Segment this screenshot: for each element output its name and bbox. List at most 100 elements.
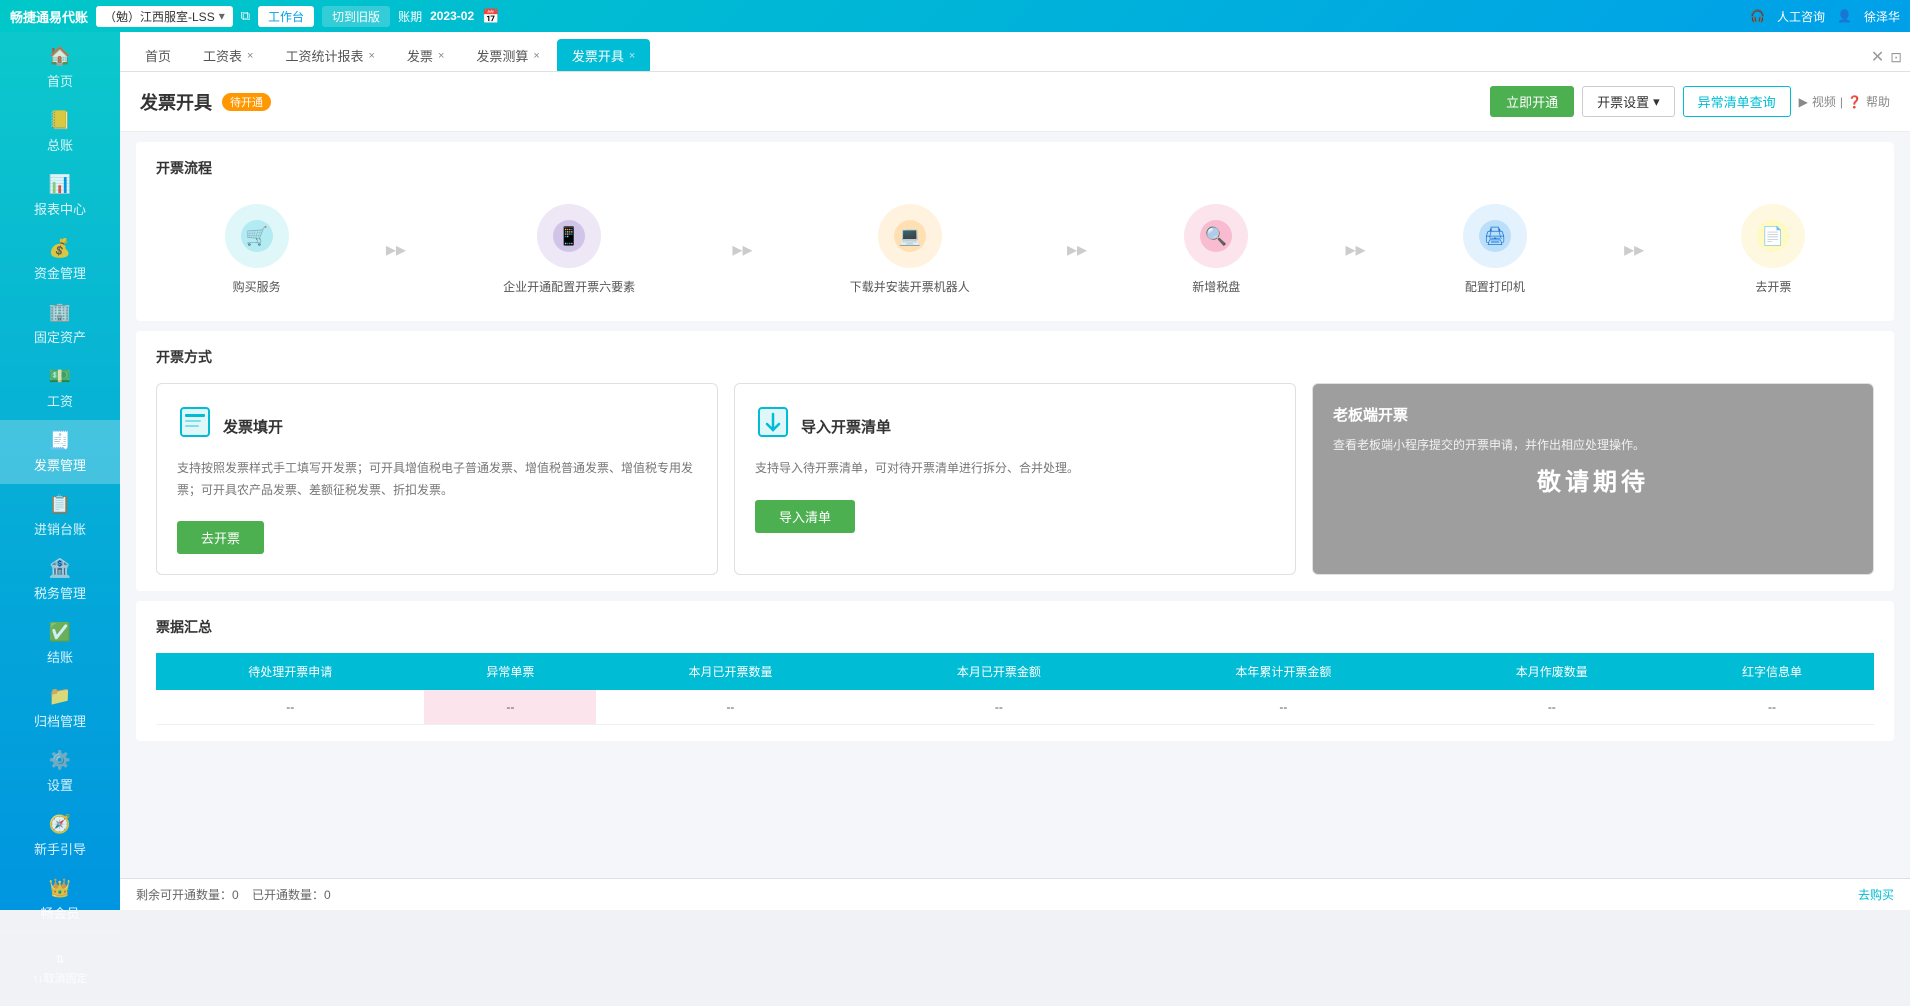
tab-invoice-mgmt-close[interactable]: × (438, 50, 444, 62)
sidebar-item-assets[interactable]: 🏢 固定资产 (0, 292, 120, 356)
svg-text:🔍: 🔍 (1205, 224, 1227, 246)
svg-text:🛒: 🛒 (245, 225, 267, 246)
step-add-taxbox[interactable]: 🔍 新增税盘 (1184, 204, 1248, 295)
tab-salary-stats-close[interactable]: × (368, 50, 374, 62)
page-title-row: 发票开具 待开通 (140, 89, 271, 115)
sidebar-item-settings[interactable]: ⚙️ 设置 (0, 740, 120, 804)
step-config-printer-label: 配置打印机 (1465, 278, 1525, 295)
tab-salary-stats[interactable]: 工资统计报表 × (270, 39, 389, 71)
step-config-printer[interactable]: 🖨 配置打印机 (1463, 204, 1527, 295)
old-version-button[interactable]: 切到旧版 (322, 6, 390, 27)
import-invoice-desc: 支持导入待开票清单，可对待开票清单进行拆分、合并处理。 (755, 458, 1275, 480)
col-pending: 待处理开票申请 (156, 653, 424, 690)
period-value: 2023-02 (430, 9, 474, 23)
help-area: ▶ 视频 | ❓ 帮助 (1799, 93, 1890, 110)
methods-title: 开票方式 (156, 347, 1874, 367)
ledger-icon: 📒 (49, 110, 71, 131)
tab-invoice-mgmt-label: 发票 (407, 46, 433, 65)
sidebar-item-member[interactable]: 👑 畅会员 (0, 868, 120, 932)
cell-void-count: -- (1434, 690, 1670, 725)
step-download-robot-icon: 💻 (878, 204, 942, 268)
config-printer-svg: 🖨 (1477, 218, 1513, 254)
step-buy-service-icon: 🛒 (225, 204, 289, 268)
step-download-robot[interactable]: 💻 下载并安装开票机器人 (850, 204, 970, 295)
sidebar-pin-toggle[interactable]: ⇅ ↑↓取消固定 (0, 943, 120, 996)
svg-text:💻: 💻 (899, 226, 921, 246)
workspace-button[interactable]: 工作台 (258, 6, 314, 27)
arrow-3: ▸▸ (1067, 237, 1087, 262)
step-buy-service[interactable]: 🛒 购买服务 (225, 204, 289, 295)
svg-text:📄: 📄 (1762, 225, 1784, 246)
sidebar-item-ledger[interactable]: 📒 总账 (0, 100, 120, 164)
customer-service-label[interactable]: 人工咨询 (1777, 8, 1825, 25)
sidebar-item-newbie[interactable]: 🧭 新手引导 (0, 804, 120, 868)
sidebar-item-reports[interactable]: 📊 报表中心 (0, 164, 120, 228)
home-icon: 🏠 (49, 46, 71, 67)
sidebar-item-salary[interactable]: 💵 工资 (0, 356, 120, 420)
abnormal-query-button[interactable]: 异常清单查询 (1683, 86, 1791, 117)
pin-label: ↑↓取消固定 (33, 970, 88, 986)
assets-icon: 🏢 (49, 302, 71, 323)
tab-invoice-calc-close[interactable]: × (533, 50, 539, 62)
view-count-label[interactable]: 视频 (1812, 93, 1836, 110)
view-icon: ▶ (1799, 95, 1808, 109)
process-section: 开票流程 🛒 购买服务 ▸▸ (136, 142, 1894, 321)
sidebar-item-home[interactable]: 🏠 首页 (0, 36, 120, 100)
tab-invoice-tool-close[interactable]: × (629, 50, 635, 62)
tab-salary-table[interactable]: 工资表 × (188, 39, 268, 71)
tab-invoice-mgmt[interactable]: 发票 × (392, 39, 459, 71)
sidebar-item-settlement[interactable]: ✅ 结账 (0, 612, 120, 676)
invoice-icon: 🧾 (49, 430, 71, 451)
import-invoice-header: 导入开票清单 (755, 404, 1275, 448)
tax-icon: 🏦 (49, 558, 71, 579)
content-area: 首页 工资表 × 工资统计报表 × 发票 × 发票测算 × 发票开具 × (120, 32, 1910, 910)
fill-invoice-btn[interactable]: 去开票 (177, 521, 264, 554)
calendar-icon[interactable]: 📅 (482, 8, 499, 25)
divider: | (1840, 95, 1843, 109)
col-void-count: 本月作废数量 (1434, 653, 1670, 690)
close-all-tabs-icon[interactable]: ✕ (1871, 47, 1884, 67)
tab-salary-table-close[interactable]: × (247, 50, 253, 62)
summary-title: 票据汇总 (156, 617, 1874, 637)
tab-invoice-tool-label: 发票开具 (572, 46, 624, 65)
issue-invoice-svg: 📄 (1755, 218, 1791, 254)
purchase-icon: 📋 (49, 494, 71, 515)
old-terminal-card: 老板端开票 查看老板端小程序提交的开票申请，并作出相应处理操作。 敬请期待 (1312, 383, 1874, 575)
copy-icon[interactable]: ⧉ (241, 8, 250, 24)
sidebar-label-home: 首页 (47, 71, 73, 90)
arrow-4: ▸▸ (1346, 237, 1366, 262)
import-invoice-title: 导入开票清单 (801, 416, 891, 437)
step-config-enterprise[interactable]: 📱 企业开通配置开票六要素 (503, 204, 635, 295)
sidebar-label-settings: 设置 (47, 775, 73, 794)
tab-home[interactable]: 首页 (130, 39, 186, 71)
sidebar-item-purchase[interactable]: 📋 进销台账 (0, 484, 120, 548)
top-bar-left: 畅捷通易代账 （勉）江西服室-LSS ▾ ⧉ 工作台 切到旧版 账期 2023-… (10, 6, 500, 27)
step-config-printer-icon: 🖨 (1463, 204, 1527, 268)
restore-tab-icon[interactable]: ⊡ (1890, 49, 1902, 66)
username-label[interactable]: 徐泽华 (1864, 8, 1900, 25)
tab-invoice-tool[interactable]: 发票开具 × (557, 39, 650, 71)
help-label[interactable]: 帮助 (1866, 93, 1890, 110)
step-issue-invoice[interactable]: 📄 去开票 (1741, 204, 1805, 295)
open-settings-button[interactable]: 开票设置 ▾ (1582, 86, 1675, 117)
sidebar-item-invoice[interactable]: 🧾 发票管理 (0, 420, 120, 484)
tab-invoice-calc[interactable]: 发票测算 × (461, 39, 554, 71)
opened-text: 已开通数量：0 (252, 888, 331, 902)
import-invoice-btn[interactable]: 导入清单 (755, 500, 855, 533)
process-title: 开票流程 (156, 158, 1874, 178)
sidebar-item-tax[interactable]: 🏦 税务管理 (0, 548, 120, 612)
sidebar-item-archive[interactable]: 📁 归档管理 (0, 676, 120, 740)
sidebar-label-ledger: 总账 (47, 135, 73, 154)
summary-data-row: -- -- -- -- -- -- -- (156, 690, 1874, 725)
tab-invoice-calc-label: 发票测算 (476, 46, 528, 65)
sidebar-label-member: 畅会员 (40, 903, 79, 922)
page-header-actions: 立即开通 开票设置 ▾ 异常清单查询 ▶ 视频 | ❓ 帮助 (1490, 86, 1890, 117)
settings-icon: ⚙️ (49, 750, 71, 771)
sidebar-bottom[interactable]: ⇅ ↑↓取消固定 (0, 932, 120, 1006)
sidebar-label-salary: 工资 (47, 391, 73, 410)
company-selector[interactable]: （勉）江西服室-LSS ▾ (96, 6, 233, 27)
open-now-button[interactable]: 立即开通 (1490, 86, 1574, 117)
buy-link[interactable]: 去购买 (1858, 886, 1894, 903)
sidebar-item-funds[interactable]: 💰 资金管理 (0, 228, 120, 292)
page-content: 发票开具 待开通 立即开通 开票设置 ▾ 异常清单查询 ▶ 视频 | ❓ (120, 72, 1910, 878)
